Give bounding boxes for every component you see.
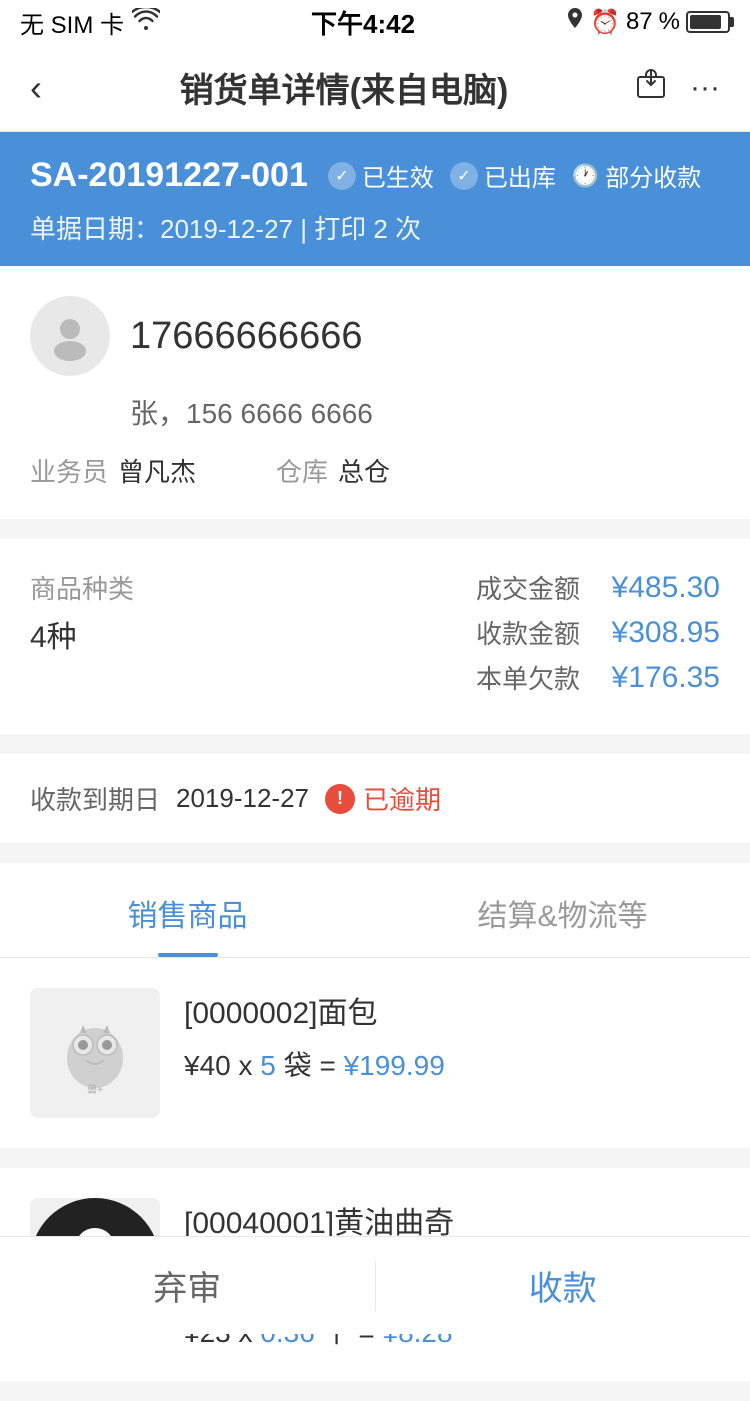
nav-actions: ··· <box>636 69 720 107</box>
tab-settlement[interactable]: 结算&物流等 <box>375 863 750 957</box>
alarm-icon: ⏰ <box>590 8 620 37</box>
salesperson-item: 业务员 曾凡杰 <box>30 452 196 489</box>
amount-row-2: 本单欠款 ¥176.35 <box>476 659 720 696</box>
customer-phone: 17666666666 <box>130 315 362 358</box>
summary-left: 商品种类 4种 <box>30 569 134 656</box>
status-time: 下午4:42 <box>311 4 415 41</box>
banner-date: 单据日期：2019-12-27 | 打印 2 次 <box>30 209 720 246</box>
page-title: 销货单详情(来自电脑) <box>52 63 636 112</box>
status-effective-label: 已生效 <box>362 158 434 193</box>
amount-value-0: ¥485.30 <box>600 571 720 605</box>
status-tag-shipped: ✓ 已出库 <box>450 158 556 193</box>
status-bar: 无 SIM 卡 下午4:42 ⏰ 87% <box>0 0 750 44</box>
order-banner: SA-20191227-001 ✓ 已生效 ✓ 已出库 🕐 部分收款 单据日期：… <box>0 132 750 266</box>
summary-right: 成交金额 ¥485.30 收款金额 ¥308.95 本单欠款 ¥176.35 <box>476 569 720 704</box>
tab-sales-products[interactable]: 销售商品 <box>0 863 375 957</box>
print-count: | 打印 2 次 <box>300 214 421 244</box>
battery-percent: 87 <box>626 8 653 36</box>
bottom-toolbar: 弃审 收款 <box>0 1236 750 1334</box>
check-icon-2: ✓ <box>450 162 478 190</box>
product-qty-1: 5 <box>260 1050 276 1081</box>
amount-value-1: ¥308.95 <box>600 616 720 650</box>
carrier-text: 无 SIM 卡 <box>20 5 124 40</box>
order-date-label: 单据日期：2019-12-27 <box>30 214 293 244</box>
amount-row-1: 收款金额 ¥308.95 <box>476 614 720 651</box>
warehouse-item: 仓库 总仓 <box>276 452 390 489</box>
category-value: 4种 <box>30 612 134 656</box>
clock-icon: 🕐 <box>572 163 599 189</box>
due-label: 收款到期日 <box>30 780 160 817</box>
share-button[interactable] <box>636 69 666 107</box>
product-name-1: [0000002]面包 <box>184 988 720 1032</box>
amount-value-2: ¥176.35 <box>600 661 720 695</box>
amount-label-0: 成交金额 <box>476 569 580 606</box>
customer-meta: 业务员 曾凡杰 仓库 总仓 <box>30 452 720 489</box>
product-unit-1: 袋 <box>284 1050 312 1081</box>
more-button[interactable]: ··· <box>690 71 720 105</box>
back-button[interactable]: ‹ <box>20 57 52 119</box>
svg-text:兽+: 兽+ <box>87 1083 103 1096</box>
battery-icon <box>686 8 730 36</box>
customer-top: 17666666666 <box>30 296 720 376</box>
summary-section: 商品种类 4种 成交金额 ¥485.30 收款金额 ¥308.95 本单欠款 ¥… <box>0 539 750 734</box>
overdue-text: 已逾期 <box>363 780 441 817</box>
due-date-value: 2019-12-27 <box>176 783 309 814</box>
cancel-button[interactable]: 弃审 <box>0 1241 375 1330</box>
salesperson-label: 业务员 <box>30 452 108 489</box>
status-shipped-label: 已出库 <box>484 158 556 193</box>
customer-section: 17666666666 张，156 6666 6666 业务员 曾凡杰 仓库 总… <box>0 266 750 519</box>
product-price-value-1: ¥40 <box>184 1050 231 1081</box>
check-icon-1: ✓ <box>328 162 356 190</box>
status-tag-partial: 🕐 部分收款 <box>572 158 701 193</box>
overdue-badge: ! 已逾期 <box>325 780 441 817</box>
warehouse-label: 仓库 <box>276 452 328 489</box>
product-total-1: ¥199.99 <box>344 1050 445 1081</box>
banner-top: SA-20191227-001 ✓ 已生效 ✓ 已出库 🕐 部分收款 <box>30 156 720 195</box>
location-icon <box>566 8 584 37</box>
product-eq-1: = <box>319 1050 343 1081</box>
amount-row-0: 成交金额 ¥485.30 <box>476 569 720 606</box>
avatar <box>30 296 110 376</box>
category-label: 商品种类 <box>30 569 134 606</box>
confirm-button[interactable]: 收款 <box>376 1241 750 1330</box>
overdue-icon: ! <box>325 784 355 814</box>
amount-label-1: 收款金额 <box>476 614 580 651</box>
amount-label-2: 本单欠款 <box>476 659 580 696</box>
product-image-1: 兽+ <box>30 988 160 1118</box>
product-price-1: ¥40 x 5 袋 = ¥199.99 <box>184 1044 720 1084</box>
status-right: ⏰ 87% <box>566 8 730 37</box>
status-left: 无 SIM 卡 <box>20 5 160 40</box>
status-tags: ✓ 已生效 ✓ 已出库 🕐 部分收款 <box>328 158 701 193</box>
tabs-row: 销售商品 结算&物流等 <box>0 863 750 958</box>
list-item: 兽+ [0000002]面包 ¥40 x 5 袋 = ¥199.99 <box>0 958 750 1148</box>
battery-percent-sign: % <box>659 8 680 36</box>
warehouse-value: 总仓 <box>338 452 390 489</box>
order-id: SA-20191227-001 <box>30 156 308 195</box>
status-partial-label: 部分收款 <box>605 158 701 193</box>
due-section: 收款到期日 2019-12-27 ! 已逾期 <box>0 754 750 843</box>
salesperson-value: 曾凡杰 <box>118 452 196 489</box>
wifi-icon <box>132 8 160 37</box>
product-info-1: [0000002]面包 ¥40 x 5 袋 = ¥199.99 <box>184 988 720 1084</box>
product-price-x-1: x <box>239 1050 261 1081</box>
customer-name: 张，156 6666 6666 <box>30 392 720 432</box>
tabs-section: 销售商品 结算&物流等 <box>0 863 750 958</box>
status-tag-effective: ✓ 已生效 <box>328 158 434 193</box>
nav-bar: ‹ 销货单详情(来自电脑) ··· <box>0 44 750 132</box>
